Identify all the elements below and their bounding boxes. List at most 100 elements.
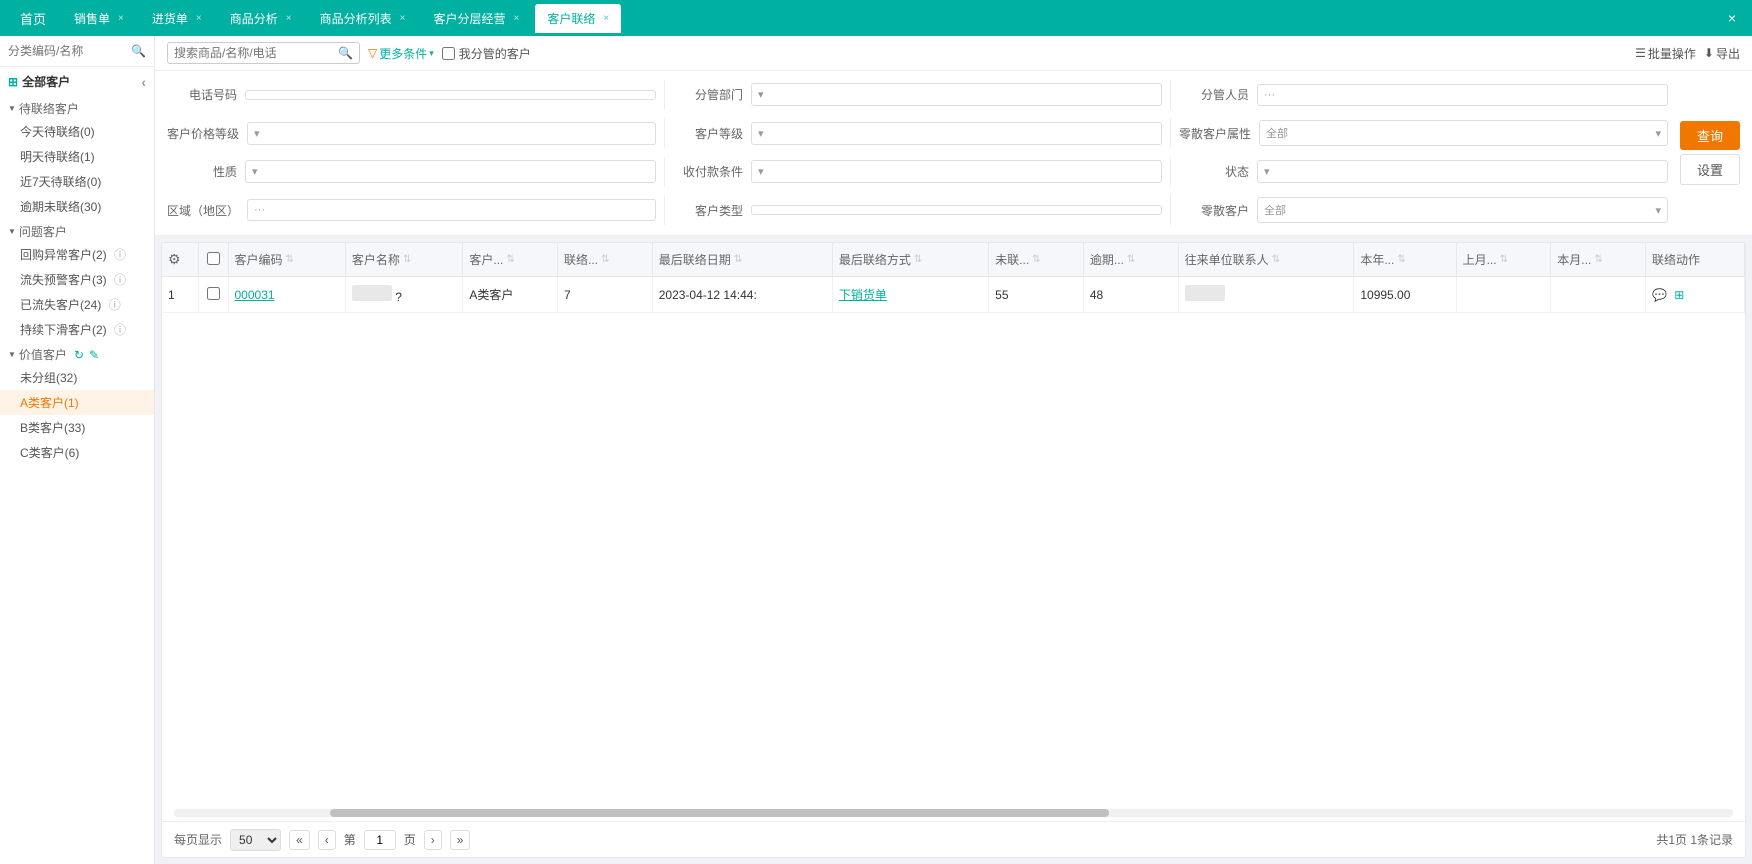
all-customers-header[interactable]: ⊞ 全部客户 ‹ bbox=[0, 67, 154, 96]
first-page-button[interactable]: « bbox=[289, 830, 310, 850]
sidebar-item-unclassified[interactable]: 未分组(32) bbox=[0, 365, 154, 390]
filter-row-2: 客户价格等级 ▾ 客户等级 ▾ bbox=[167, 116, 1668, 150]
filter-actions: ☰ 批量操作 ⬇ 导出 bbox=[1635, 45, 1740, 62]
close-purchase-tab[interactable]: × bbox=[196, 13, 202, 24]
nature-chevron: ▾ bbox=[252, 165, 258, 178]
group-pending-contact[interactable]: ▼ 待联络客户 bbox=[0, 96, 154, 119]
th-no-contact: 未联... ⇅ bbox=[989, 243, 1084, 277]
close-analysis-list-tab[interactable]: × bbox=[400, 13, 406, 24]
nav-tab-customer-mgmt[interactable]: 客户分层经营 × bbox=[421, 4, 531, 33]
sidebar-item-class-a[interactable]: A类客户(1) bbox=[0, 390, 154, 415]
next-page-button[interactable]: › bbox=[424, 830, 442, 850]
sidebar-item-churned[interactable]: 已流失客户(24) ⓘ bbox=[0, 292, 154, 317]
settings-icon[interactable]: ⚙ bbox=[168, 251, 181, 267]
dept-chevron-icon: ▾ bbox=[758, 88, 764, 101]
scrollbar-thumb[interactable] bbox=[330, 809, 1110, 817]
th-gear: ⚙ bbox=[162, 243, 198, 277]
sort-no-contact-icon[interactable]: ⇅ bbox=[1032, 254, 1040, 265]
sidebar-search-icon[interactable]: 🔍 bbox=[131, 44, 146, 58]
th-last-month-label: 上月... bbox=[1463, 251, 1497, 268]
filter-more-button[interactable]: ▽ 更多条件 ▾ bbox=[368, 45, 434, 62]
row-no-contact-days: 55 bbox=[989, 277, 1084, 313]
sidebar-item-class-b[interactable]: B类客户(33) bbox=[0, 415, 154, 440]
sort-method-icon[interactable]: ⇅ bbox=[914, 254, 922, 265]
sort-lastmonth-icon[interactable]: ⇅ bbox=[1500, 254, 1508, 265]
page-end-label: 页 bbox=[404, 831, 416, 848]
sidebar-item-churn-warning[interactable]: 流失预警客户(3) ⓘ bbox=[0, 267, 154, 292]
row-customer-type: A类客户 bbox=[463, 277, 558, 313]
close-analysis-tab[interactable]: × bbox=[286, 13, 292, 24]
chat-action-icon[interactable]: 💬 bbox=[1652, 288, 1667, 302]
sidebar-item-today[interactable]: 今天待联络(0) bbox=[0, 119, 154, 144]
per-page-select[interactable]: 50 100 200 bbox=[230, 829, 281, 851]
field-customer-type-input[interactable] bbox=[751, 205, 1162, 215]
sort-thismonth-icon[interactable]: ⇅ bbox=[1594, 254, 1602, 265]
filter-search-icon[interactable]: 🔍 bbox=[338, 46, 353, 60]
row-checkbox[interactable] bbox=[207, 287, 220, 300]
field-dept-input[interactable]: ▾ bbox=[751, 83, 1162, 106]
nav-home[interactable]: 首页 bbox=[8, 3, 58, 34]
group-value-customers[interactable]: ▼ 价值客户 ↻ ✎ bbox=[0, 342, 154, 365]
sidebar-item-declining[interactable]: 持续下滑客户(2) ⓘ bbox=[0, 317, 154, 342]
set-button[interactable]: 设置 bbox=[1680, 154, 1740, 185]
sort-type-icon[interactable]: ⇅ bbox=[506, 254, 514, 265]
th-last-contact-date: 最后联络日期 ⇅ bbox=[652, 243, 832, 277]
nav-tab-customer-contact[interactable]: 客户联络 × bbox=[535, 4, 621, 33]
field-retail-input[interactable]: 全部 ▾ bbox=[1257, 197, 1668, 223]
manager-more-icon: ··· bbox=[1264, 89, 1275, 101]
more-action-icon[interactable]: ⊞ bbox=[1674, 288, 1684, 302]
sort-code-icon[interactable]: ⇅ bbox=[286, 254, 294, 265]
close-all-button[interactable]: × bbox=[1720, 6, 1744, 30]
horizontal-scrollbar[interactable] bbox=[174, 809, 1733, 817]
close-customer-mgmt-tab[interactable]: × bbox=[513, 13, 519, 24]
field-phone-input[interactable] bbox=[245, 90, 656, 100]
query-button[interactable]: 查询 bbox=[1680, 121, 1740, 150]
row-last-method[interactable]: 下销货单 bbox=[832, 277, 988, 313]
select-all-checkbox[interactable] bbox=[207, 252, 220, 265]
th-contact-count-label: 联络... bbox=[564, 251, 598, 268]
field-nature-input[interactable]: ▾ bbox=[245, 160, 656, 183]
nav-tab-sales[interactable]: 销售单 × bbox=[62, 4, 136, 33]
sort-overdue-icon[interactable]: ⇅ bbox=[1127, 254, 1135, 265]
nav-tab-purchase[interactable]: 进货单 × bbox=[140, 4, 214, 33]
table-container[interactable]: ⚙ 客户编码 ⇅ bbox=[162, 243, 1745, 805]
last-page-button[interactable]: » bbox=[450, 830, 471, 850]
group-problem-customers[interactable]: ▼ 问题客户 bbox=[0, 219, 154, 242]
field-region-input[interactable]: ··· bbox=[247, 199, 656, 221]
row-code[interactable]: 000031 bbox=[228, 277, 345, 313]
my-customers-check[interactable] bbox=[442, 47, 455, 60]
prev-page-button[interactable]: ‹ bbox=[318, 830, 336, 850]
sidebar-item-overdue[interactable]: 逾期未联络(30) bbox=[0, 194, 154, 219]
collapse-icon[interactable]: ‹ bbox=[141, 74, 146, 90]
page-number-input[interactable] bbox=[364, 830, 396, 850]
field-manager-input[interactable]: ··· bbox=[1257, 84, 1668, 106]
filter-row-1: 电话号码 分管部门 ▾ 分管人员 bbox=[167, 79, 1668, 110]
field-customer-level-input[interactable]: ▾ bbox=[751, 122, 1162, 145]
sidebar-item-class-c[interactable]: C类客户(6) bbox=[0, 440, 154, 465]
field-price-level-input[interactable]: ▾ bbox=[247, 122, 656, 145]
export-button[interactable]: ⬇ 导出 bbox=[1704, 45, 1740, 62]
field-retail-attr-input[interactable]: 全部 ▾ bbox=[1259, 120, 1668, 146]
filter-search-input[interactable] bbox=[174, 46, 334, 60]
nav-tab-analysis[interactable]: 商品分析 × bbox=[218, 4, 304, 33]
field-retail-attr-label: 零散客户属性 bbox=[1179, 125, 1251, 142]
sidebar-item-tomorrow[interactable]: 明天待联络(1) bbox=[0, 144, 154, 169]
sort-date-icon[interactable]: ⇅ bbox=[734, 254, 742, 265]
sort-year-icon[interactable]: ⇅ bbox=[1397, 254, 1405, 265]
close-sales-tab[interactable]: × bbox=[118, 13, 124, 24]
sort-contact-icon[interactable]: ⇅ bbox=[601, 254, 609, 265]
field-payment-input[interactable]: ▾ bbox=[751, 160, 1162, 183]
field-dept: 分管部门 ▾ bbox=[673, 79, 1162, 110]
sort-name-icon[interactable]: ⇅ bbox=[403, 254, 411, 265]
batch-op-button[interactable]: ☰ 批量操作 bbox=[1635, 45, 1696, 62]
th-contact-person: 往来单位联系人 ⇅ bbox=[1178, 243, 1354, 277]
nav-tab-analysis-list[interactable]: 商品分析列表 × bbox=[308, 4, 418, 33]
th-no-contact-label: 未联... bbox=[995, 251, 1029, 268]
sidebar-item-7days[interactable]: 近7天待联络(0) bbox=[0, 169, 154, 194]
sidebar-search-input[interactable] bbox=[8, 44, 127, 58]
field-status-input[interactable]: ▾ bbox=[1257, 160, 1668, 183]
sidebar-item-abnormal-repurchase[interactable]: 回购异常客户(2) ⓘ bbox=[0, 242, 154, 267]
th-overdue-label: 逾期... bbox=[1090, 251, 1124, 268]
close-customer-contact-tab[interactable]: × bbox=[603, 13, 609, 24]
sort-person-icon[interactable]: ⇅ bbox=[1272, 254, 1280, 265]
